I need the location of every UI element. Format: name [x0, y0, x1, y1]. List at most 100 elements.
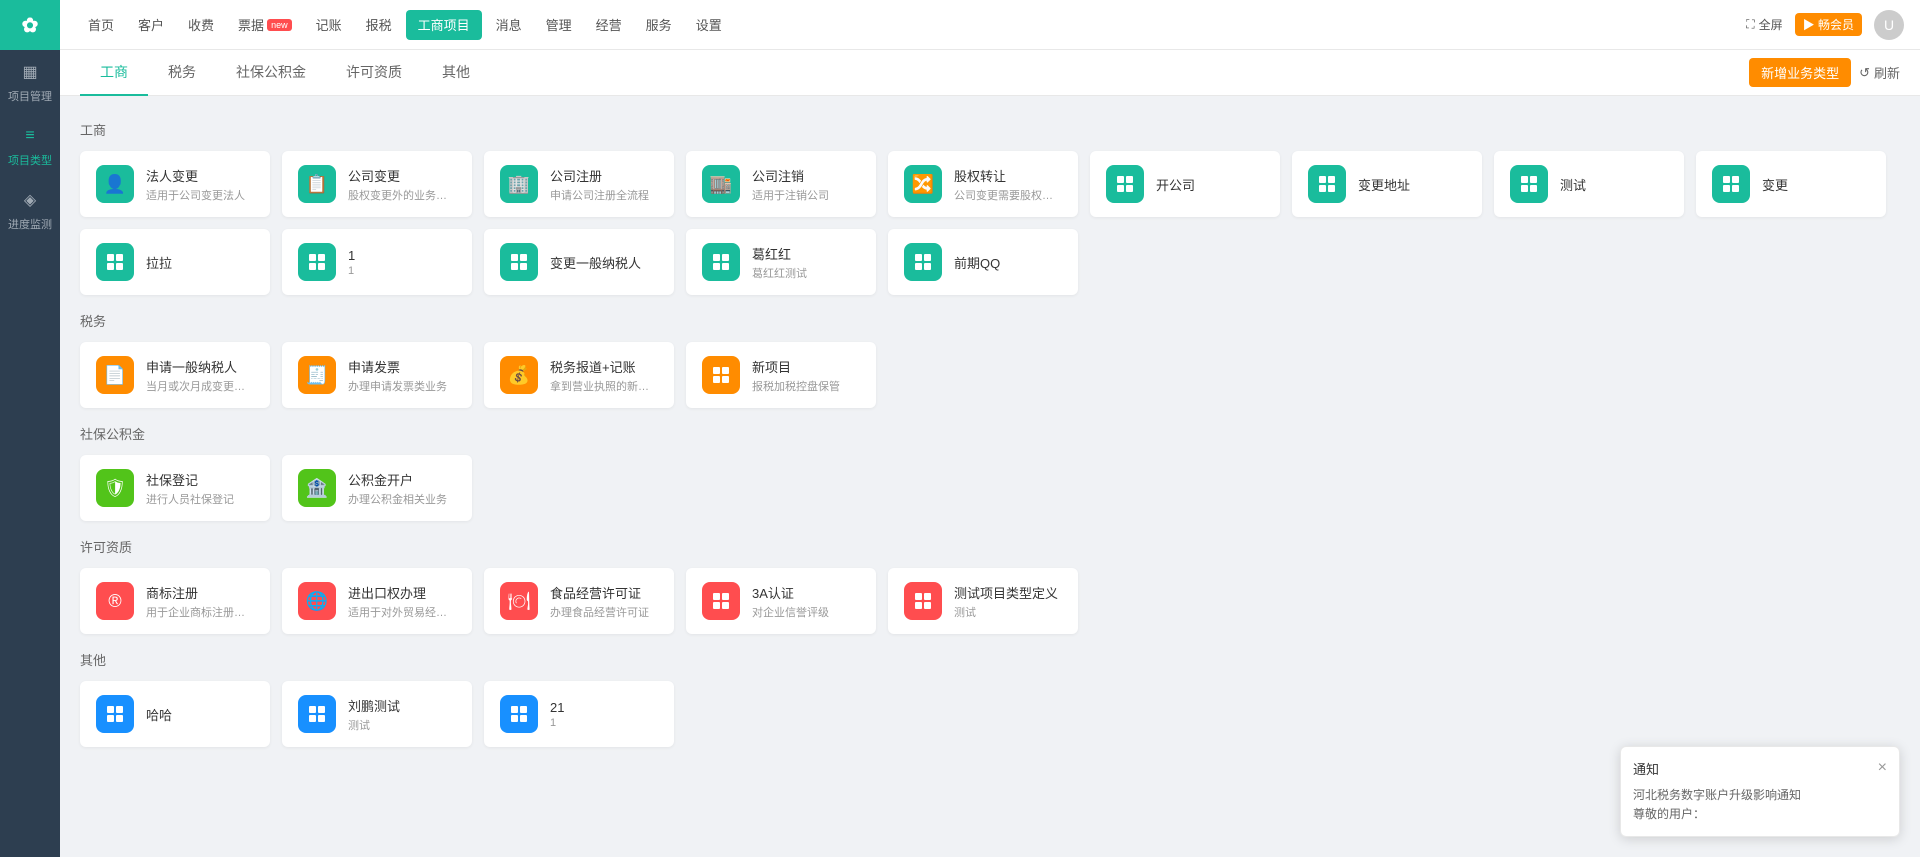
card-import-export[interactable]: 🌐 进出口权办理 适用于对外贸易经营者: [282, 568, 472, 634]
tab-other[interactable]: 其他: [422, 50, 490, 96]
card-icon-mahonghong: [702, 243, 740, 281]
topnav-item-manage[interactable]: 管理: [534, 0, 584, 50]
card-apply-invoice[interactable]: 🧾 申请发票 办理申请发票类业务: [282, 342, 472, 408]
card-desc-fund-account: 办理公积金相关业务: [348, 491, 456, 507]
card-icon-change-tax: [500, 243, 538, 281]
sidebar-item-project-type[interactable]: ≡ 项目类型: [0, 114, 60, 178]
card-test-project-type[interactable]: 测试项目类型定义 测试: [888, 568, 1078, 634]
card-fund-account[interactable]: 🏦 公积金开户 办理公积金相关业务: [282, 455, 472, 521]
sidebar-item-progress-monitor[interactable]: ◈ 进度监测: [0, 178, 60, 242]
card-liupeng-test[interactable]: 刘鹏测试 测试: [282, 681, 472, 747]
card-info-test1: 测试: [1560, 175, 1668, 194]
fullscreen-label: 全屏: [1759, 16, 1783, 33]
card-icon-apply-invoice: 🧾: [298, 356, 336, 394]
card-equity-transfer[interactable]: 🔀 股权转让 公司变更需要股权转让: [888, 151, 1078, 217]
card-change1[interactable]: 变更: [1696, 151, 1886, 217]
topnav-item-service[interactable]: 服务: [634, 0, 684, 50]
topnav-item-home[interactable]: 首页: [76, 0, 126, 50]
card-tax-report[interactable]: 💰 税务报道+记账 拿到营业执照的新公司: [484, 342, 674, 408]
card-desc-apply-invoice: 办理申请发票类业务: [348, 378, 456, 394]
card-haha[interactable]: 哈哈: [80, 681, 270, 747]
topnav-label-billing: 收费: [188, 15, 214, 34]
card-name-food-license: 食品经营许可证: [550, 583, 658, 602]
sidebar: ✿ ▦ 项目管理 ≡ 项目类型 ◈ 进度监测: [0, 0, 60, 857]
card-icon-liupeng-test: [298, 695, 336, 733]
card-desc-company-cancel: 适用于注销公司: [752, 187, 860, 203]
topnav-item-billing[interactable]: 收费: [176, 0, 226, 50]
card-name-3a-cert: 3A认证: [752, 583, 860, 602]
topnav-label-ticket: 票据: [238, 15, 264, 34]
card-info-equity-transfer: 股权转让 公司变更需要股权转让: [954, 166, 1062, 203]
card-name-open-company: 开公司: [1156, 175, 1264, 194]
card-open-company[interactable]: 开公司: [1090, 151, 1280, 217]
card-name-qianqi-qq: 前期QQ: [954, 253, 1062, 272]
card-change-address[interactable]: 变更地址: [1292, 151, 1482, 217]
card-company-register[interactable]: 🏢 公司注册 申请公司注册全流程: [484, 151, 674, 217]
topnav-item-accounting[interactable]: 记账: [304, 0, 354, 50]
card-apply-general[interactable]: 📄 申请一般纳税人 当月或次月成变更完成: [80, 342, 270, 408]
card-name-haha: 哈哈: [146, 705, 254, 724]
card-info-new-project: 新项目 报税加税控盘保管: [752, 357, 860, 394]
tab-license[interactable]: 许可资质: [326, 50, 422, 96]
card-icon-open-company: [1106, 165, 1144, 203]
fullscreen-btn[interactable]: ⛶ 全屏: [1746, 16, 1782, 33]
topnav-item-message[interactable]: 消息: [484, 0, 534, 50]
card-qianqi-qq[interactable]: 前期QQ: [888, 229, 1078, 295]
vip-button[interactable]: ▶ 畅会员: [1795, 13, 1862, 36]
avatar[interactable]: U: [1874, 10, 1904, 40]
card-icon-apply-general: 📄: [96, 356, 134, 394]
sidebar-item-project-manage[interactable]: ▦ 项目管理: [0, 50, 60, 114]
refresh-button[interactable]: ↺ 刷新: [1859, 63, 1900, 82]
add-business-type-button[interactable]: 新增业务类型: [1749, 58, 1851, 87]
card-icon-tax-report: 💰: [500, 356, 538, 394]
card-icon-new-project: [702, 356, 740, 394]
card-name-new-project: 新项目: [752, 357, 860, 376]
topnav-item-settings[interactable]: 设置: [684, 0, 734, 50]
vip-icon: ▶: [1803, 18, 1815, 32]
card-icon-import-export: 🌐: [298, 582, 336, 620]
card-num1[interactable]: 1 1: [282, 229, 472, 295]
notification-popup: 通知 × 河北税务数字账户升级影响通知 尊敬的用户：: [1620, 746, 1900, 837]
card-food-license[interactable]: 🍽 食品经营许可证 办理食品经营许可证: [484, 568, 674, 634]
card-desc-import-export: 适用于对外贸易经营者: [348, 604, 456, 620]
sidebar-logo[interactable]: ✿: [0, 0, 60, 50]
card-name-lala: 拉拉: [146, 253, 254, 272]
section-title-license-section: 许可资质: [80, 537, 1900, 556]
card-name-apply-general: 申请一般纳税人: [146, 357, 254, 376]
card-company-change[interactable]: 📋 公司变更 股权变更外的业务变更: [282, 151, 472, 217]
card-info-apply-general: 申请一般纳税人 当月或次月成变更完成: [146, 357, 254, 394]
topnav-item-tax[interactable]: 报税: [354, 0, 404, 50]
card-mahonghong[interactable]: 葛红红 葛红红测试: [686, 229, 876, 295]
cards-grid-other-section: 哈哈 刘鹏测试 测试 21: [80, 681, 1900, 747]
card-change-tax[interactable]: 变更一般纳税人: [484, 229, 674, 295]
card-num21[interactable]: 21 1: [484, 681, 674, 747]
card-icon-company-change: 📋: [298, 165, 336, 203]
card-lala[interactable]: 拉拉: [80, 229, 270, 295]
card-desc-tax-report: 拿到营业执照的新公司: [550, 378, 658, 394]
topnav-item-customer[interactable]: 客户: [126, 0, 176, 50]
tab-social[interactable]: 社保公积金: [216, 50, 326, 96]
card-social-register[interactable]: 🛡 社保登记 进行人员社保登记: [80, 455, 270, 521]
card-info-3a-cert: 3A认证 对企业信誉评级: [752, 583, 860, 620]
card-3a-cert[interactable]: 3A认证 对企业信誉评级: [686, 568, 876, 634]
topnav-item-ticket[interactable]: 票据new: [226, 0, 304, 50]
card-company-cancel[interactable]: 🏬 公司注销 适用于注销公司: [686, 151, 876, 217]
card-info-tax-report: 税务报道+记账 拿到营业执照的新公司: [550, 357, 658, 394]
section-tax-section: 税务 📄 申请一般纳税人 当月或次月成变更完成 🧾 申请发票 办理申请发票类业务…: [80, 311, 1900, 408]
topnav-item-operation[interactable]: 经营: [584, 0, 634, 50]
cards-grid-industry-section: 👤 法人变更 适用于公司变更法人 📋 公司变更 股权变更外的业务变更 🏢 公司注…: [80, 151, 1900, 295]
card-test1[interactable]: 测试: [1494, 151, 1684, 217]
notification-close-button[interactable]: ×: [1878, 759, 1887, 777]
card-legal-change[interactable]: 👤 法人变更 适用于公司变更法人: [80, 151, 270, 217]
tab-industry[interactable]: 工商: [80, 50, 148, 96]
card-name-company-cancel: 公司注销: [752, 166, 860, 185]
card-info-import-export: 进出口权办理 适用于对外贸易经营者: [348, 583, 456, 620]
card-desc-trademark: 用于企业商标注册服务: [146, 604, 254, 620]
card-new-project[interactable]: 新项目 报税加税控盘保管: [686, 342, 876, 408]
card-name-trademark: 商标注册: [146, 583, 254, 602]
card-icon-lala: [96, 243, 134, 281]
card-icon-fund-account: 🏦: [298, 469, 336, 507]
tab-tax[interactable]: 税务: [148, 50, 216, 96]
topnav-item-industry[interactable]: 工商项目: [406, 10, 482, 40]
card-trademark[interactable]: ® 商标注册 用于企业商标注册服务: [80, 568, 270, 634]
